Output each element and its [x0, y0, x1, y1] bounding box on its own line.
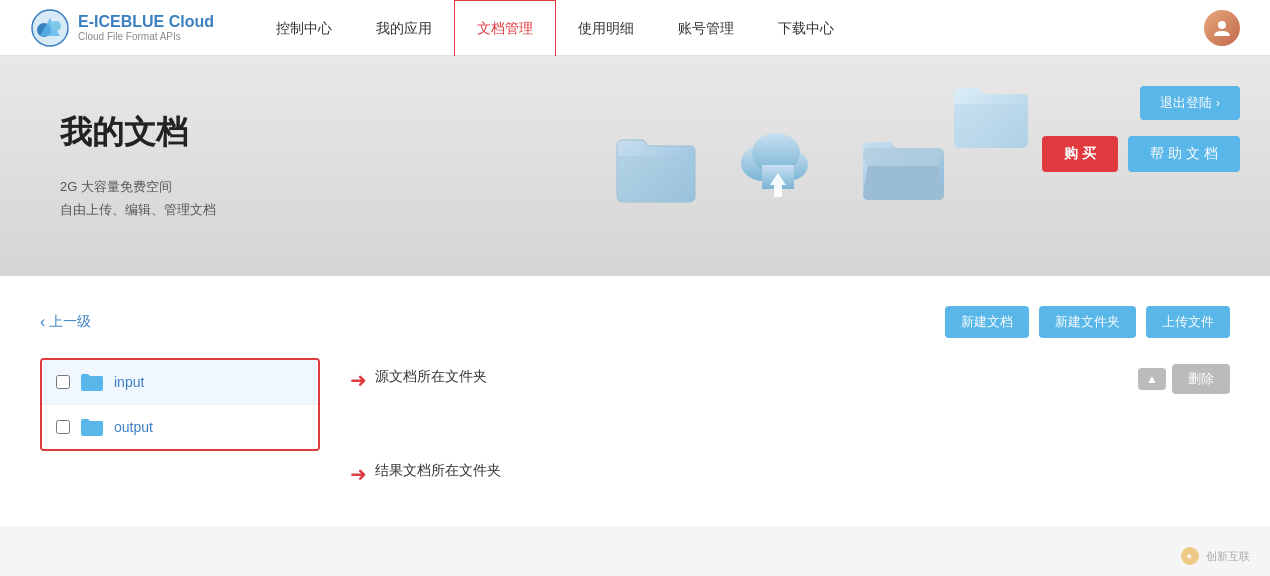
annotations: ➜ 源文档所在文件夹 ➜ 结果文档所在文件夹	[320, 358, 790, 486]
logo-text: E-ICEBLUE Cloud Cloud File Format APIs	[78, 13, 214, 42]
main-content: ‹ 上一级 新建文档 新建文件夹 上传文件 input	[0, 276, 1270, 526]
svg-point-3	[51, 21, 61, 31]
banner: 我的文档 2G 大容量免费空间 自由上传、编辑、管理文档	[0, 56, 1270, 276]
banner-left: 我的文档 2G 大容量免费空间 自由上传、编辑、管理文档	[60, 111, 320, 222]
nav-link-usage[interactable]: 使用明细	[556, 0, 656, 56]
logo-sub: Cloud File Format APIs	[78, 31, 214, 42]
banner-action-row: 购 买 帮 助 文 档	[1042, 136, 1240, 172]
file-name-output[interactable]: output	[114, 419, 153, 435]
banner-title: 我的文档	[60, 111, 320, 155]
logout-button[interactable]: 退出登陆 ›	[1140, 86, 1240, 120]
folder-icon-2	[858, 126, 948, 206]
annotation-top: ➜ 源文档所在文件夹	[350, 368, 790, 392]
delete-area: ▲ 删除	[1138, 358, 1230, 394]
folder-icon-1	[613, 126, 698, 206]
logo-area: E-ICEBLUE Cloud Cloud File Format APIs	[30, 8, 214, 48]
sort-delete-row: ▲ 删除	[1138, 364, 1230, 394]
table-row[interactable]: output	[42, 405, 318, 449]
nav-link-account[interactable]: 账号管理	[656, 0, 756, 56]
navbar: E-ICEBLUE Cloud Cloud File Format APIs 控…	[0, 0, 1270, 56]
help-button[interactable]: 帮 助 文 档	[1128, 136, 1240, 172]
annotation-bottom-text: 结果文档所在文件夹	[375, 462, 501, 480]
files-list: input output	[40, 358, 320, 451]
user-icon	[1212, 18, 1232, 38]
logo-icon	[30, 8, 70, 48]
nav-link-download[interactable]: 下载中心	[756, 0, 856, 56]
banner-desc: 2G 大容量免费空间 自由上传、编辑、管理文档	[60, 175, 320, 222]
arrow-bottom-icon: ➜	[350, 462, 367, 486]
files-section: input output ➜ 源文档所在文件夹 ➜ 结果文档所在文件夹	[40, 358, 1230, 486]
back-label: 上一级	[49, 313, 91, 331]
nav-link-control[interactable]: 控制中心	[254, 0, 354, 56]
table-row[interactable]: input	[42, 360, 318, 405]
chevron-left-icon: ‹	[40, 313, 45, 331]
nav-link-docs[interactable]: 文档管理	[454, 0, 556, 56]
breadcrumb-row: ‹ 上一级 新建文档 新建文件夹 上传文件	[40, 296, 1230, 338]
folder-icon-output	[80, 417, 104, 437]
action-buttons: 新建文档 新建文件夹 上传文件	[945, 306, 1230, 338]
nav-link-apps[interactable]: 我的应用	[354, 0, 454, 56]
arrow-top-icon: ➜	[350, 368, 367, 392]
back-button[interactable]: ‹ 上一级	[40, 313, 91, 331]
buy-button[interactable]: 购 买	[1042, 136, 1118, 172]
file-checkbox-output[interactable]	[56, 420, 70, 434]
banner-actions: 退出登陆 › 购 买 帮 助 文 档	[1042, 86, 1240, 172]
file-checkbox-input[interactable]	[56, 375, 70, 389]
file-name-input[interactable]: input	[114, 374, 144, 390]
folder-icon-input	[80, 372, 104, 392]
annotation-top-text: 源文档所在文件夹	[375, 368, 487, 386]
cloud-upload-icon	[728, 121, 828, 211]
svg-point-4	[1218, 21, 1226, 29]
new-doc-button[interactable]: 新建文档	[945, 306, 1029, 338]
upload-button[interactable]: 上传文件	[1146, 306, 1230, 338]
delete-button[interactable]: 删除	[1172, 364, 1230, 394]
folder-icon-3	[950, 76, 1030, 156]
right-actions: ▲ 删除	[790, 358, 1230, 394]
banner-folder-right	[950, 76, 1030, 160]
user-avatar[interactable]	[1204, 10, 1240, 46]
nav-links: 控制中心 我的应用 文档管理 使用明细 账号管理 下载中心	[254, 0, 1204, 56]
sort-button[interactable]: ▲	[1138, 368, 1166, 390]
logo-name: E-ICEBLUE Cloud	[78, 13, 214, 31]
new-folder-button[interactable]: 新建文件夹	[1039, 306, 1136, 338]
annotation-bottom: ➜ 结果文档所在文件夹	[350, 462, 790, 486]
